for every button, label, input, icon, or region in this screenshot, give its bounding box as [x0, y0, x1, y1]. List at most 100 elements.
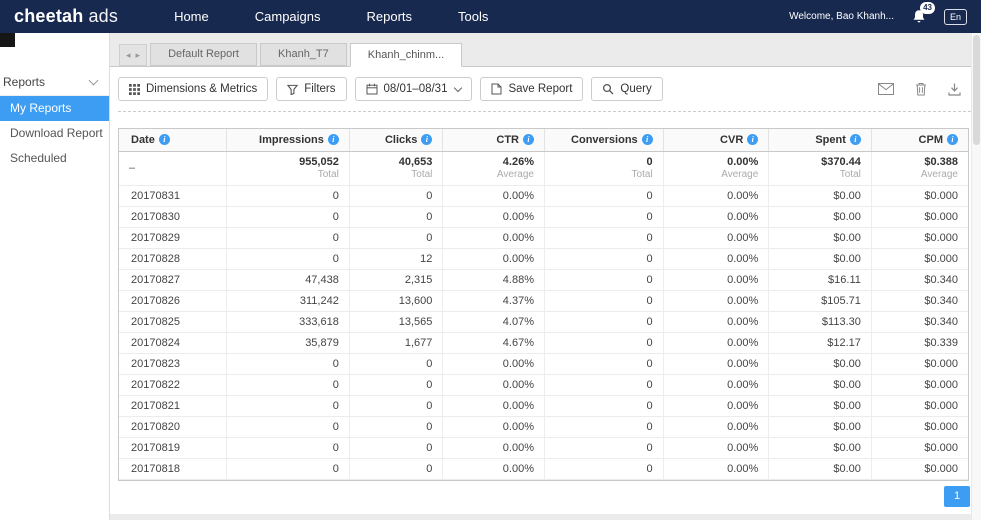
query-button[interactable]: Query	[591, 77, 663, 101]
col-header-clicks[interactable]: Clicks i	[349, 129, 444, 152]
search-icon	[602, 83, 614, 95]
value-cell: $0.000	[871, 395, 968, 417]
value-cell: 0	[544, 395, 664, 417]
info-icon[interactable]: i	[421, 134, 433, 145]
col-header-impressions[interactable]: Impressions i	[226, 129, 350, 152]
col-header-spent[interactable]: Spent i	[768, 129, 872, 152]
value-cell: 0.00%	[663, 185, 770, 207]
value-cell: 0	[544, 248, 664, 270]
value-cell: 0	[544, 185, 664, 207]
toolbar-right-icons	[878, 82, 971, 96]
value-cell: 0	[349, 227, 444, 249]
dimensions-metrics-button[interactable]: Dimensions & Metrics	[118, 77, 269, 101]
col-header-conversions[interactable]: Conversions i	[544, 129, 664, 152]
value-cell: $0.00	[768, 374, 872, 396]
notifications-button[interactable]: 43	[912, 2, 935, 24]
info-icon[interactable]: i	[747, 134, 759, 145]
sidebar-item-scheduled[interactable]: Scheduled	[0, 146, 109, 171]
value-cell: 0	[349, 206, 444, 228]
sidebar-section-reports[interactable]: Reports	[0, 69, 109, 96]
value-cell: $0.340	[871, 290, 968, 312]
value-cell: $16.11	[768, 269, 872, 291]
col-header-ctr[interactable]: CTR i	[442, 129, 545, 152]
table-row: 20170821 0 0 0.00% 0 0.00% $0.00 $0.000	[119, 395, 968, 417]
brand-light: ads	[88, 6, 119, 26]
value-cell: 0.00%	[442, 374, 545, 396]
value-cell: 0.00%	[663, 248, 770, 270]
report-panel: Dimensions & Metrics Filters 08/01–08/31	[110, 66, 981, 514]
tab-default-report[interactable]: Default Report	[150, 43, 257, 66]
date-range-button[interactable]: 08/01–08/31	[354, 77, 473, 101]
value-cell: 0	[349, 458, 444, 480]
toolbar-divider	[118, 111, 971, 112]
value-cell: 0.00%	[663, 395, 770, 417]
pagination-page-1[interactable]: 1	[944, 486, 970, 507]
tab-scroll-left-icon[interactable]: ◂	[126, 50, 131, 61]
value-cell: $0.340	[871, 311, 968, 333]
totals-cell: 4.26% Average	[442, 151, 545, 186]
value-cell: 0	[226, 185, 350, 207]
info-icon[interactable]: i	[947, 134, 958, 145]
info-icon[interactable]: i	[641, 134, 653, 145]
table-row: 20170825 333,618 13,565 4.07% 0 0.00% $113.30 $…	[119, 311, 968, 333]
info-icon[interactable]: i	[522, 134, 534, 145]
info-icon[interactable]: i	[849, 134, 861, 145]
table-body: – 955,052 Total 40,653 Total 4.26% Average …	[119, 151, 968, 480]
value-cell: 0	[544, 416, 664, 438]
value-cell: 0.00%	[663, 332, 770, 354]
scrollbar[interactable]	[971, 33, 981, 520]
sidebar-toggle[interactable]	[0, 33, 15, 47]
scrollbar-thumb[interactable]	[973, 35, 980, 145]
col-header-date[interactable]: Date i	[119, 129, 228, 152]
download-icon[interactable]	[948, 83, 961, 96]
col-label: Conversions	[571, 134, 638, 146]
value-cell: $12.17	[768, 332, 872, 354]
value-cell: 0.00%	[442, 458, 545, 480]
value-cell: 0.00%	[442, 248, 545, 270]
value-cell: $0.000	[871, 374, 968, 396]
nav-home[interactable]: Home	[174, 9, 209, 24]
nav-tools[interactable]: Tools	[458, 9, 488, 24]
filters-label: Filters	[304, 83, 336, 95]
info-icon[interactable]: i	[327, 134, 339, 145]
save-report-button[interactable]: Save Report	[480, 77, 584, 101]
value-cell: $0.00	[768, 395, 872, 417]
date-cell: 20170819	[119, 437, 228, 459]
sidebar-section-label: Reports	[3, 75, 46, 89]
date-cell: 20170818	[119, 458, 228, 480]
value-cell: 0.00%	[663, 206, 770, 228]
tab-khanh-chinm[interactable]: Khanh_chinm...	[349, 43, 463, 67]
col-header-cpm[interactable]: CPM i	[871, 129, 968, 152]
report-table: Date i Impressions i Clicks i CTR i Conversi…	[118, 128, 969, 481]
language-selector[interactable]: En	[943, 8, 967, 25]
date-cell: 20170826	[119, 290, 228, 312]
value-cell: 0.00%	[663, 290, 770, 312]
value-cell: 0.00%	[442, 416, 545, 438]
value-cell: 13,600	[349, 290, 444, 312]
col-label: Impressions	[259, 134, 324, 146]
value-cell: $0.000	[871, 248, 968, 270]
tab-khanh-t7[interactable]: Khanh_T7	[260, 43, 347, 66]
nav-campaigns[interactable]: Campaigns	[255, 9, 321, 24]
info-icon[interactable]: i	[158, 134, 170, 145]
brand-logo[interactable]: cheetah ads	[14, 6, 118, 27]
mail-icon[interactable]	[878, 83, 894, 95]
sidebar-item-my-reports[interactable]: My Reports	[0, 96, 109, 121]
main-nav: Home Campaigns Reports Tools	[174, 9, 488, 24]
value-cell: $0.000	[871, 353, 968, 375]
table-row: 20170818 0 0 0.00% 0 0.00% $0.00 $0.000	[119, 458, 968, 480]
tab-scroll-buttons[interactable]: ◂ ▸	[119, 44, 148, 66]
tab-scroll-right-icon[interactable]: ▸	[136, 50, 141, 61]
value-cell: 4.67%	[442, 332, 545, 354]
date-cell: 20170829	[119, 227, 228, 249]
value-cell: 0.00%	[663, 458, 770, 480]
table-row: 20170826 311,242 13,600 4.37% 0 0.00% $105.71 $…	[119, 290, 968, 312]
date-cell: 20170824	[119, 332, 228, 354]
value-cell: 1,677	[349, 332, 444, 354]
sidebar-item-download-report[interactable]: Download Report	[0, 121, 109, 146]
col-header-cvr[interactable]: CVR i	[663, 129, 770, 152]
nav-reports[interactable]: Reports	[367, 9, 413, 24]
welcome-user-menu[interactable]: Welcome, Bao Khanh...	[789, 11, 894, 22]
filters-button[interactable]: Filters	[276, 77, 347, 101]
trash-icon[interactable]	[915, 82, 927, 96]
